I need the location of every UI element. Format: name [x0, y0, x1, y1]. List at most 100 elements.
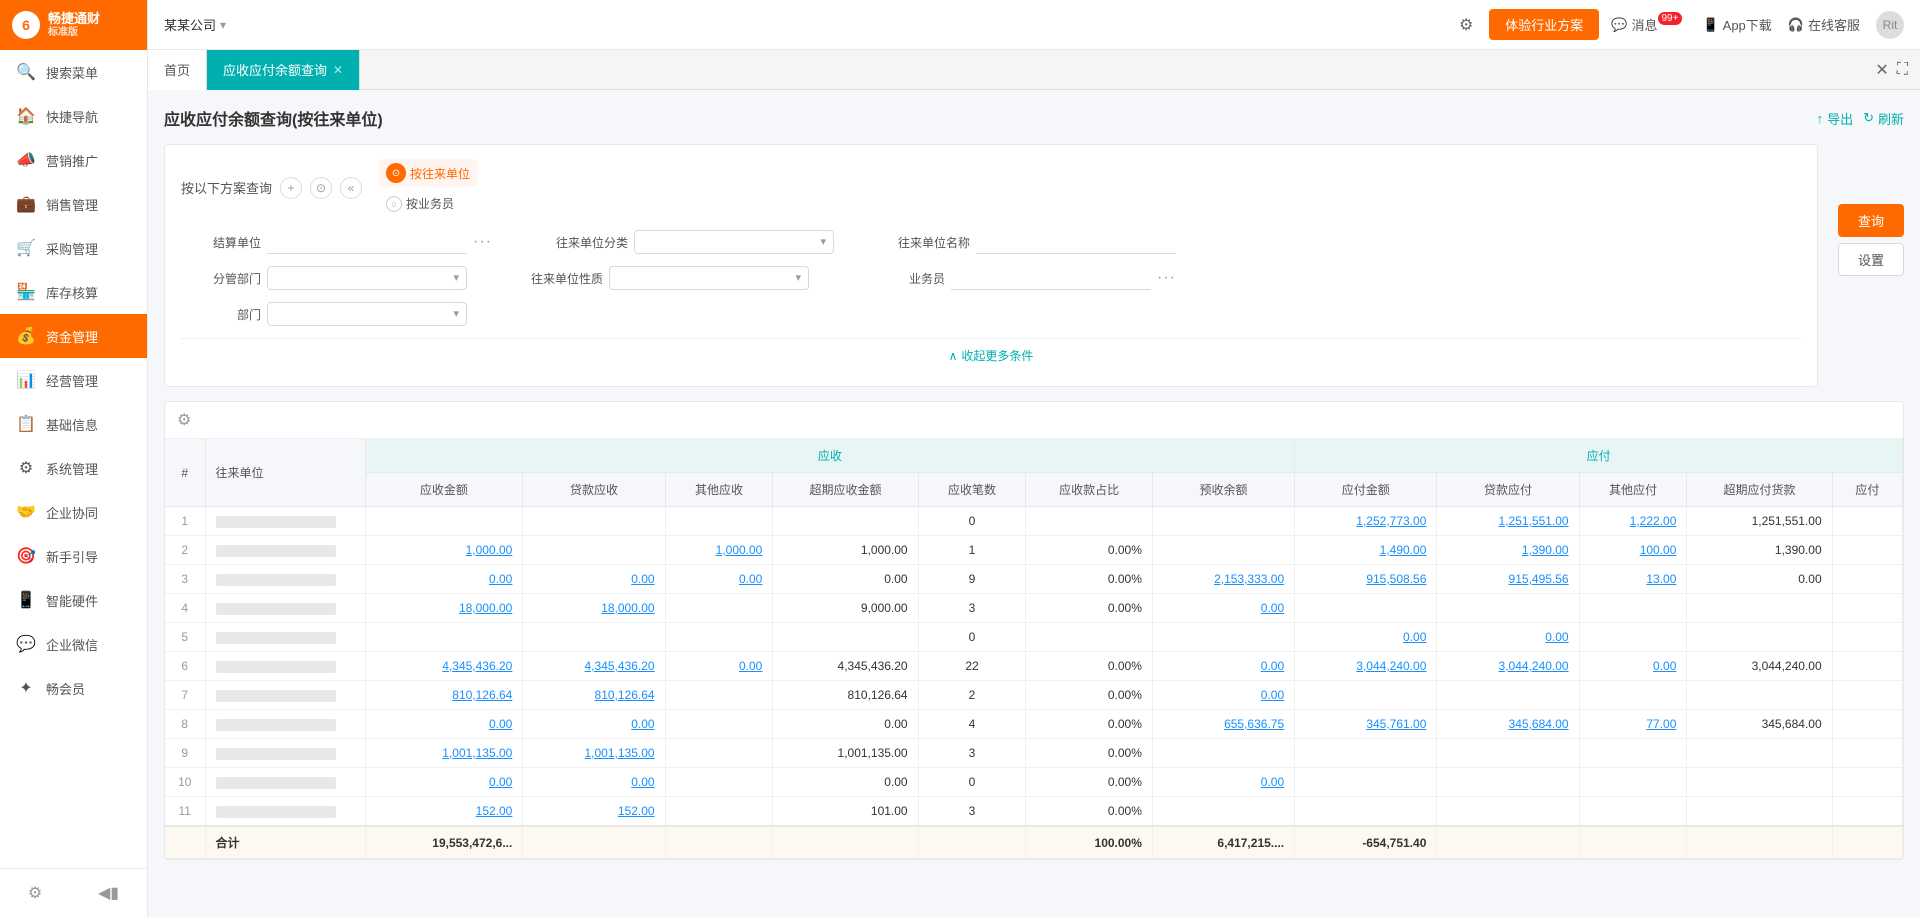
cell-rec-loan[interactable]: 1,001,135.00 [523, 739, 665, 768]
sidebar-settings-btn[interactable]: ⚙ [18, 877, 52, 909]
cell-pre-balance[interactable]: 655,636.75 [1152, 710, 1294, 739]
cell-pay-loan[interactable]: 0.00 [1437, 623, 1579, 652]
cell-pay-other[interactable] [1579, 594, 1687, 623]
cell-rec-amt[interactable]: 0.00 [365, 768, 523, 797]
cell-pay-loan[interactable] [1437, 594, 1579, 623]
scheme-by-salesperson[interactable]: ○ 按业务员 [378, 191, 478, 216]
cell-rec-other[interactable]: 1,000.00 [665, 536, 773, 565]
cell-pre-balance[interactable]: 0.00 [1152, 652, 1294, 681]
cell-pay-loan[interactable] [1437, 768, 1579, 797]
cell-rec-amt[interactable] [365, 507, 523, 536]
cell-rec-loan[interactable]: 152.00 [523, 797, 665, 827]
cell-rec-loan[interactable] [523, 536, 665, 565]
sidebar-item-member[interactable]: ✦ 畅会员 [0, 666, 147, 710]
cell-pay-loan[interactable] [1437, 681, 1579, 710]
sidebar-item-purchase[interactable]: 🛒 采购管理 [0, 226, 147, 270]
partner-category-select[interactable] [634, 230, 834, 254]
cell-pre-balance[interactable]: 2,153,333.00 [1152, 565, 1294, 594]
cell-rec-loan[interactable]: 810,126.64 [523, 681, 665, 710]
tab-query[interactable]: 应收应付余额查询 ✕ [207, 50, 360, 90]
table-settings-icon[interactable]: ⚙ [177, 410, 191, 430]
cell-pay-amt[interactable]: 1,252,773.00 [1295, 507, 1437, 536]
cell-pay-loan[interactable] [1437, 797, 1579, 827]
cell-rec-loan[interactable] [523, 623, 665, 652]
customer-service-btn[interactable]: 🎧 在线客服 [1788, 15, 1860, 34]
sidebar-item-sales[interactable]: 💼 销售管理 [0, 182, 147, 226]
sidebar-item-quicknav[interactable]: 🏠 快捷导航 [0, 94, 147, 138]
cell-pay-loan[interactable] [1437, 739, 1579, 768]
cell-rec-other[interactable]: 0.00 [665, 565, 773, 594]
cell-rec-amt[interactable]: 152.00 [365, 797, 523, 827]
cell-rec-other[interactable] [665, 681, 773, 710]
sidebar-item-marketing[interactable]: 📣 营销推广 [0, 138, 147, 182]
cell-pay-other[interactable] [1579, 681, 1687, 710]
refresh-btn[interactable]: ↻ 刷新 [1863, 109, 1904, 128]
sidebar-item-guide[interactable]: 🎯 新手引导 [0, 534, 147, 578]
dept-select[interactable] [267, 302, 467, 326]
cell-pay-loan[interactable]: 345,684.00 [1437, 710, 1579, 739]
cell-rec-other[interactable] [665, 797, 773, 827]
filter-add-btn[interactable]: + [280, 177, 302, 199]
cell-pay-amt[interactable]: 915,508.56 [1295, 565, 1437, 594]
cell-rec-amt[interactable]: 1,000.00 [365, 536, 523, 565]
cell-pre-balance[interactable] [1152, 536, 1294, 565]
salesperson-input[interactable] [951, 267, 1151, 290]
cell-pay-other[interactable] [1579, 768, 1687, 797]
cell-pay-other[interactable] [1579, 739, 1687, 768]
sidebar-item-wechat[interactable]: 💬 企业微信 [0, 622, 147, 666]
cell-rec-amt[interactable]: 0.00 [365, 710, 523, 739]
cell-rec-loan[interactable]: 18,000.00 [523, 594, 665, 623]
promo-button[interactable]: 体验行业方案 [1489, 9, 1599, 40]
sidebar-item-system[interactable]: ⚙ 系统管理 [0, 446, 147, 490]
tab-home[interactable]: 首页 [148, 50, 207, 90]
collapse-more-btn[interactable]: ∧ 收起更多条件 [949, 347, 1034, 364]
sidebar-item-collab[interactable]: 🤝 企业协同 [0, 490, 147, 534]
cell-rec-other[interactable] [665, 623, 773, 652]
setting-button[interactable]: 设置 [1838, 243, 1904, 276]
cell-rec-loan[interactable]: 0.00 [523, 768, 665, 797]
partner-nature-select[interactable] [609, 266, 809, 290]
cell-pay-loan[interactable]: 1,251,551.00 [1437, 507, 1579, 536]
cell-pre-balance[interactable] [1152, 623, 1294, 652]
cell-rec-loan[interactable]: 4,345,436.20 [523, 652, 665, 681]
salesperson-more[interactable]: ··· [1157, 269, 1176, 287]
cell-pay-other[interactable]: 1,222.00 [1579, 507, 1687, 536]
cell-pay-amt[interactable]: 1,490.00 [1295, 536, 1437, 565]
settlement-unit-more[interactable]: ··· [473, 233, 492, 251]
cell-pay-other[interactable]: 77.00 [1579, 710, 1687, 739]
cell-pay-other[interactable] [1579, 623, 1687, 652]
cell-pay-amt[interactable] [1295, 594, 1437, 623]
sidebar-item-operations[interactable]: 📊 经营管理 [0, 358, 147, 402]
cell-pre-balance[interactable] [1152, 797, 1294, 827]
cell-rec-loan[interactable]: 0.00 [523, 710, 665, 739]
notifications-btn[interactable]: 💬 消息 99+ [1611, 15, 1686, 34]
cell-rec-other[interactable] [665, 594, 773, 623]
sidebar-item-inventory[interactable]: 🏪 库存核算 [0, 270, 147, 314]
cell-rec-amt[interactable]: 4,345,436.20 [365, 652, 523, 681]
cell-rec-other[interactable]: 0.00 [665, 652, 773, 681]
cell-pre-balance[interactable]: 0.00 [1152, 768, 1294, 797]
cell-pay-other[interactable] [1579, 797, 1687, 827]
cell-rec-loan[interactable]: 0.00 [523, 565, 665, 594]
cell-pre-balance[interactable] [1152, 507, 1294, 536]
cell-pay-amt[interactable]: 3,044,240.00 [1295, 652, 1437, 681]
cell-pay-other[interactable]: 13.00 [1579, 565, 1687, 594]
sidebar-item-hardware[interactable]: 📱 智能硬件 [0, 578, 147, 622]
user-profile[interactable]: Rit [1876, 11, 1904, 39]
sidebar-item-basic[interactable]: 📋 基础信息 [0, 402, 147, 446]
filter-scheme-btn[interactable]: ⊙ [310, 177, 332, 199]
topbar-gear-icon[interactable]: ⚙ [1455, 11, 1477, 39]
app-download-btn[interactable]: 📱 App下载 [1702, 15, 1771, 34]
cell-pay-loan[interactable]: 915,495.56 [1437, 565, 1579, 594]
tab-maximize-btn[interactable]: ⛶ [1897, 61, 1908, 79]
query-button[interactable]: 查询 [1838, 204, 1904, 237]
sidebar-collapse-btn[interactable]: ◀▮ [88, 877, 129, 909]
cell-pay-amt[interactable] [1295, 797, 1437, 827]
tab-close-window-btn[interactable]: ✕ [1875, 60, 1888, 80]
cell-pre-balance[interactable] [1152, 739, 1294, 768]
cell-rec-amt[interactable]: 810,126.64 [365, 681, 523, 710]
cell-pay-loan[interactable]: 3,044,240.00 [1437, 652, 1579, 681]
cell-pay-amt[interactable] [1295, 739, 1437, 768]
cell-pay-amt[interactable] [1295, 768, 1437, 797]
cell-rec-amt[interactable]: 0.00 [365, 565, 523, 594]
